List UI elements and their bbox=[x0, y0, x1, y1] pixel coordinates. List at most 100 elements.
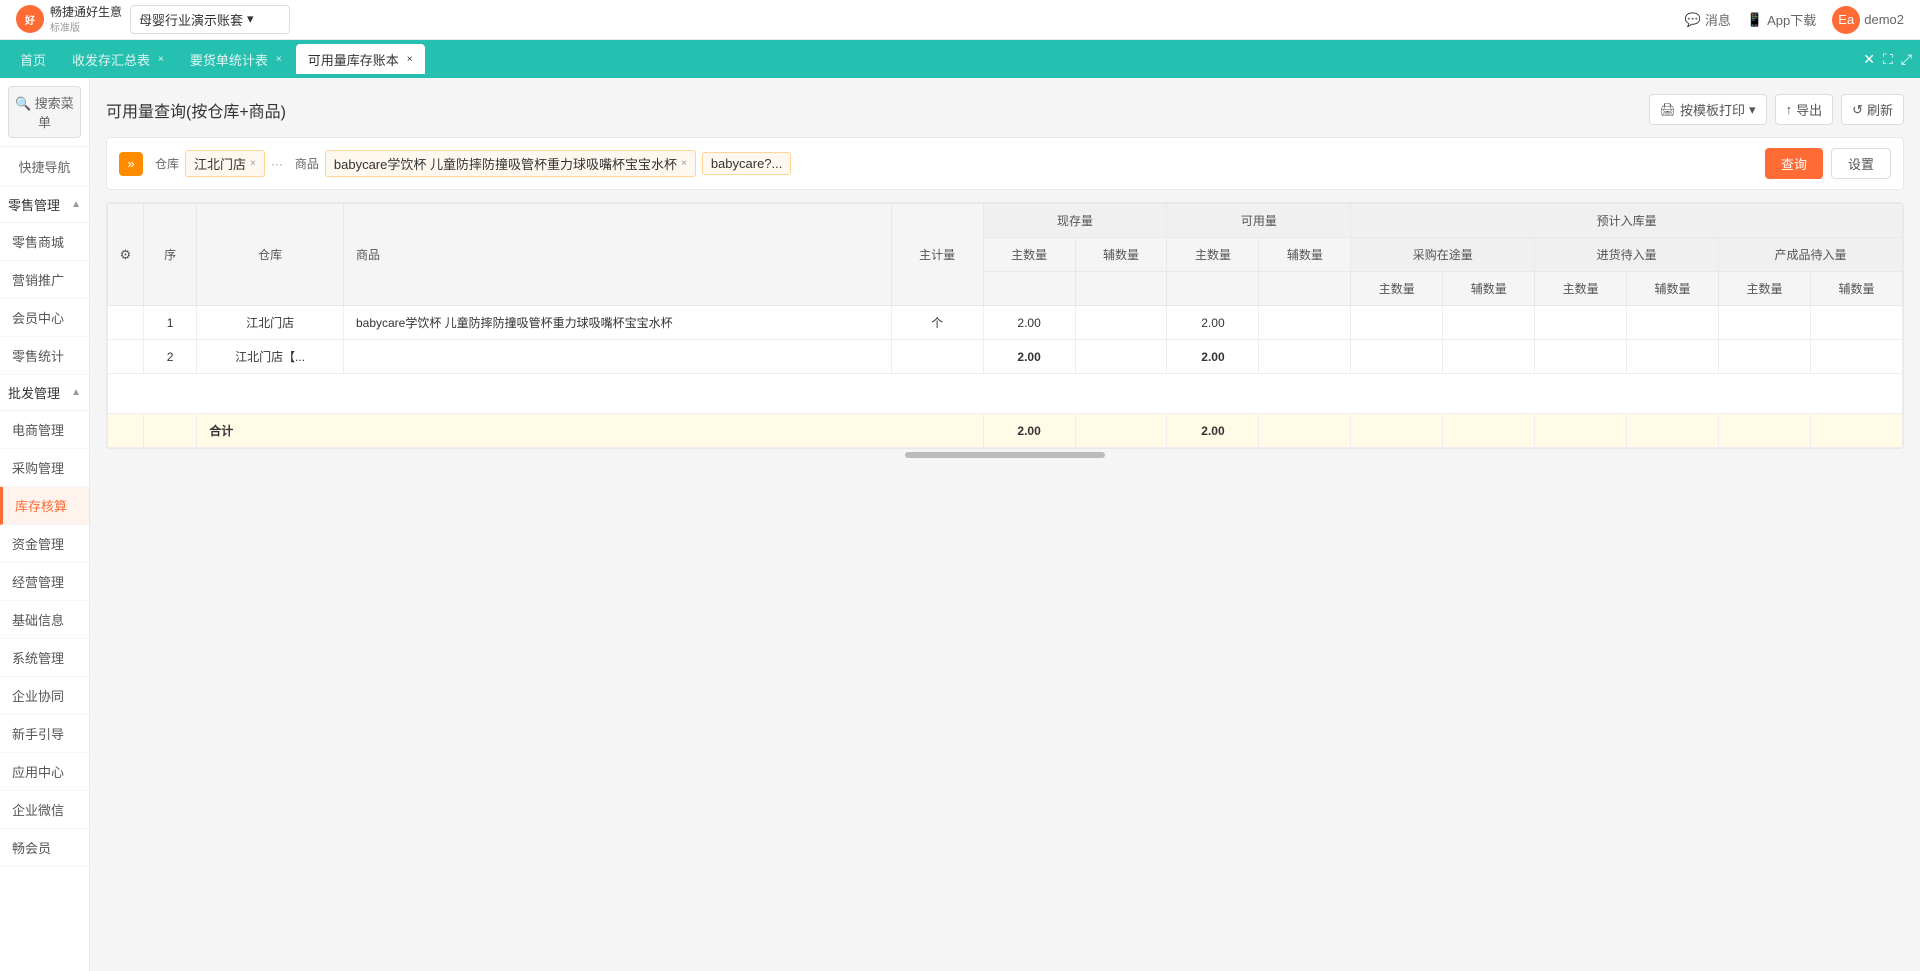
print-template-btn[interactable]: 🖨 按模板打印 ▾ bbox=[1649, 94, 1767, 125]
col-header-unit: 主计量 bbox=[891, 204, 983, 306]
warehouse-filter-remove[interactable]: × bbox=[250, 158, 256, 169]
summary-prod-aux bbox=[1810, 414, 1902, 448]
page-header: 可用量查询(按仓库+商品) 🖨 按模板打印 ▾ ↑ 导出 ↺ 刷新 bbox=[106, 94, 1904, 125]
row2-in-aux bbox=[1627, 340, 1719, 374]
sidebar-item-marketing[interactable]: 营销推广 bbox=[0, 261, 89, 299]
app-download-btn[interactable]: 📱 App下载 bbox=[1747, 10, 1816, 29]
row2-pt-main bbox=[1351, 340, 1443, 374]
col-header-prod-aux: 辅数量 bbox=[1810, 272, 1902, 306]
sidebar-item-inventory[interactable]: 库存核算 bbox=[0, 487, 89, 525]
product-filter-remove-1[interactable]: × bbox=[681, 158, 687, 169]
expand-icon: » bbox=[127, 156, 134, 171]
sidebar-item-ecommerce[interactable]: 电商管理 bbox=[0, 411, 89, 449]
sidebar-item-newbie[interactable]: 新手引导 bbox=[0, 715, 89, 753]
col-group-purchase-transit: 采购在途量 bbox=[1351, 238, 1535, 272]
filter-expand-btn[interactable]: » bbox=[119, 152, 143, 176]
col-header-prod-main: 主数量 bbox=[1719, 272, 1811, 306]
col-group-forecast: 预计入库量 bbox=[1351, 204, 1903, 238]
col-group-production: 产成品待入量 bbox=[1719, 238, 1903, 272]
col-header-cs-aux2 bbox=[1075, 272, 1167, 306]
col-header-in-main: 主数量 bbox=[1535, 272, 1627, 306]
summary-label: 合计 bbox=[197, 414, 983, 448]
sidebar-item-app-center[interactable]: 应用中心 bbox=[0, 753, 89, 791]
tab-bar: 首页 收发存汇总表 × 要货单统计表 × 可用量库存账本 × ✕ ⛶ ⤢ bbox=[0, 40, 1920, 78]
query-btn[interactable]: 查询 bbox=[1765, 148, 1823, 179]
tab-order-stats-label: 要货单统计表 bbox=[190, 50, 268, 69]
sidebar-item-basic-info[interactable]: 基础信息 bbox=[0, 601, 89, 639]
col-header-av-aux2 bbox=[1259, 272, 1351, 306]
top-bar-left: 好 畅捷通好生意 标准版 母婴行业演示账套 ▾ bbox=[16, 5, 290, 34]
tenant-selector[interactable]: 母婴行业演示账套 ▾ bbox=[130, 5, 290, 34]
user-area[interactable]: Ea demo2 bbox=[1832, 6, 1904, 34]
row2-no: 2 bbox=[144, 340, 197, 374]
newbie-label: 新手引导 bbox=[12, 727, 64, 742]
tab-restore-icon[interactable]: ⛶ bbox=[1883, 51, 1893, 68]
col-header-current-aux: 辅数量 bbox=[1075, 238, 1167, 272]
sidebar-item-wechat-work[interactable]: 企业微信 bbox=[0, 791, 89, 829]
tab-home[interactable]: 首页 bbox=[8, 44, 58, 74]
search-menu-btn[interactable]: 🔍 搜索菜单 bbox=[8, 86, 81, 138]
product-filter-tag-1[interactable]: babycare学饮杯 儿童防摔防撞吸管杯重力球吸嘴杯宝宝水杯 × bbox=[325, 150, 696, 177]
search-menu-label: 搜索菜单 bbox=[35, 96, 74, 130]
sidebar-item-retail-stats[interactable]: 零售统计 bbox=[0, 337, 89, 375]
tab-available-stock-label: 可用量库存账本 bbox=[308, 50, 399, 69]
row1-available-aux bbox=[1259, 306, 1351, 340]
page-content: 可用量查询(按仓库+商品) 🖨 按模板打印 ▾ ↑ 导出 ↺ 刷新 bbox=[90, 78, 1920, 971]
horizontal-scrollbar[interactable] bbox=[106, 449, 1904, 461]
sidebar-item-quick-nav[interactable]: 快捷导航 bbox=[0, 147, 89, 187]
sidebar-section-retail[interactable]: 零售管理 ▲ bbox=[0, 187, 89, 223]
settings-btn[interactable]: 设置 bbox=[1831, 148, 1891, 179]
sidebar-search: 🔍 搜索菜单 bbox=[0, 78, 89, 147]
col-header-pt-aux: 辅数量 bbox=[1443, 272, 1535, 306]
row1-no: 1 bbox=[144, 306, 197, 340]
row1-in-main bbox=[1535, 306, 1627, 340]
tab-close-all-icon[interactable]: ✕ bbox=[1863, 51, 1875, 68]
summary-settings bbox=[108, 414, 144, 448]
tab-order-stats[interactable]: 要货单统计表 × bbox=[178, 44, 294, 74]
message-btn[interactable]: 💬 消息 bbox=[1685, 10, 1731, 29]
tab-receive-pay[interactable]: 收发存汇总表 × bbox=[60, 44, 176, 74]
inventory-label: 库存核算 bbox=[15, 499, 67, 514]
sidebar-item-finance[interactable]: 资金管理 bbox=[0, 525, 89, 563]
sidebar-item-purchase[interactable]: 采购管理 bbox=[0, 449, 89, 487]
warehouse-more-icon[interactable]: ··· bbox=[271, 157, 283, 171]
sidebar-item-member[interactable]: 畅会员 bbox=[0, 829, 89, 867]
purchase-label: 采购管理 bbox=[12, 461, 64, 476]
sidebar-section-wholesale[interactable]: 批发管理 ▲ bbox=[0, 375, 89, 411]
tab-available-stock-close[interactable]: × bbox=[407, 54, 413, 65]
print-chevron-icon: ▾ bbox=[1749, 102, 1756, 118]
retail-section-label: 零售管理 bbox=[8, 195, 60, 214]
user-avatar: Ea bbox=[1832, 6, 1860, 34]
download-icon: 📱 bbox=[1747, 12, 1763, 28]
export-btn[interactable]: ↑ 导出 bbox=[1775, 94, 1834, 125]
product-filter-value-1: babycare学饮杯 儿童防摔防撞吸管杯重力球吸嘴杯宝宝水杯 bbox=[334, 154, 677, 173]
tab-maximize-icon[interactable]: ⤢ bbox=[1901, 51, 1912, 68]
settings-icon: ⚙ bbox=[120, 247, 132, 262]
sidebar-item-operations[interactable]: 经营管理 bbox=[0, 563, 89, 601]
row2-current-main: 2.00 bbox=[983, 340, 1075, 374]
quick-nav-label: 快捷导航 bbox=[18, 160, 70, 175]
product-filter-group: 商品 babycare学饮杯 儿童防摔防撞吸管杯重力球吸嘴杯宝宝水杯 × bab… bbox=[295, 150, 792, 177]
col-header-available-main: 主数量 bbox=[1167, 238, 1259, 272]
sidebar-item-member-center[interactable]: 会员中心 bbox=[0, 299, 89, 337]
product-filter-label: 商品 bbox=[295, 155, 319, 172]
refresh-btn[interactable]: ↺ 刷新 bbox=[1841, 94, 1904, 125]
wholesale-section-label: 批发管理 bbox=[8, 383, 60, 402]
col-group-incoming: 进货待入量 bbox=[1535, 238, 1719, 272]
sidebar-item-collaboration[interactable]: 企业协同 bbox=[0, 677, 89, 715]
row2-current-aux bbox=[1075, 340, 1167, 374]
row1-prod-aux bbox=[1810, 306, 1902, 340]
table-settings-header[interactable]: ⚙ bbox=[108, 204, 144, 306]
tab-order-stats-close[interactable]: × bbox=[276, 54, 282, 65]
col-header-warehouse: 仓库 bbox=[197, 204, 344, 306]
summary-current-main: 2.00 bbox=[983, 414, 1075, 448]
scroll-thumb[interactable] bbox=[905, 452, 1105, 458]
table-row: 2 江北门店【... 2.00 2.00 bbox=[108, 340, 1903, 374]
sidebar-item-online-store[interactable]: 零售商城 bbox=[0, 223, 89, 261]
warehouse-filter-tag[interactable]: 江北门店 × bbox=[185, 150, 265, 177]
row2-product bbox=[343, 340, 891, 374]
tab-available-stock[interactable]: 可用量库存账本 × bbox=[296, 44, 425, 74]
sidebar-item-system[interactable]: 系统管理 bbox=[0, 639, 89, 677]
tab-receive-pay-close[interactable]: × bbox=[158, 54, 164, 65]
product-filter-tag-2[interactable]: babycare?... bbox=[702, 152, 792, 175]
